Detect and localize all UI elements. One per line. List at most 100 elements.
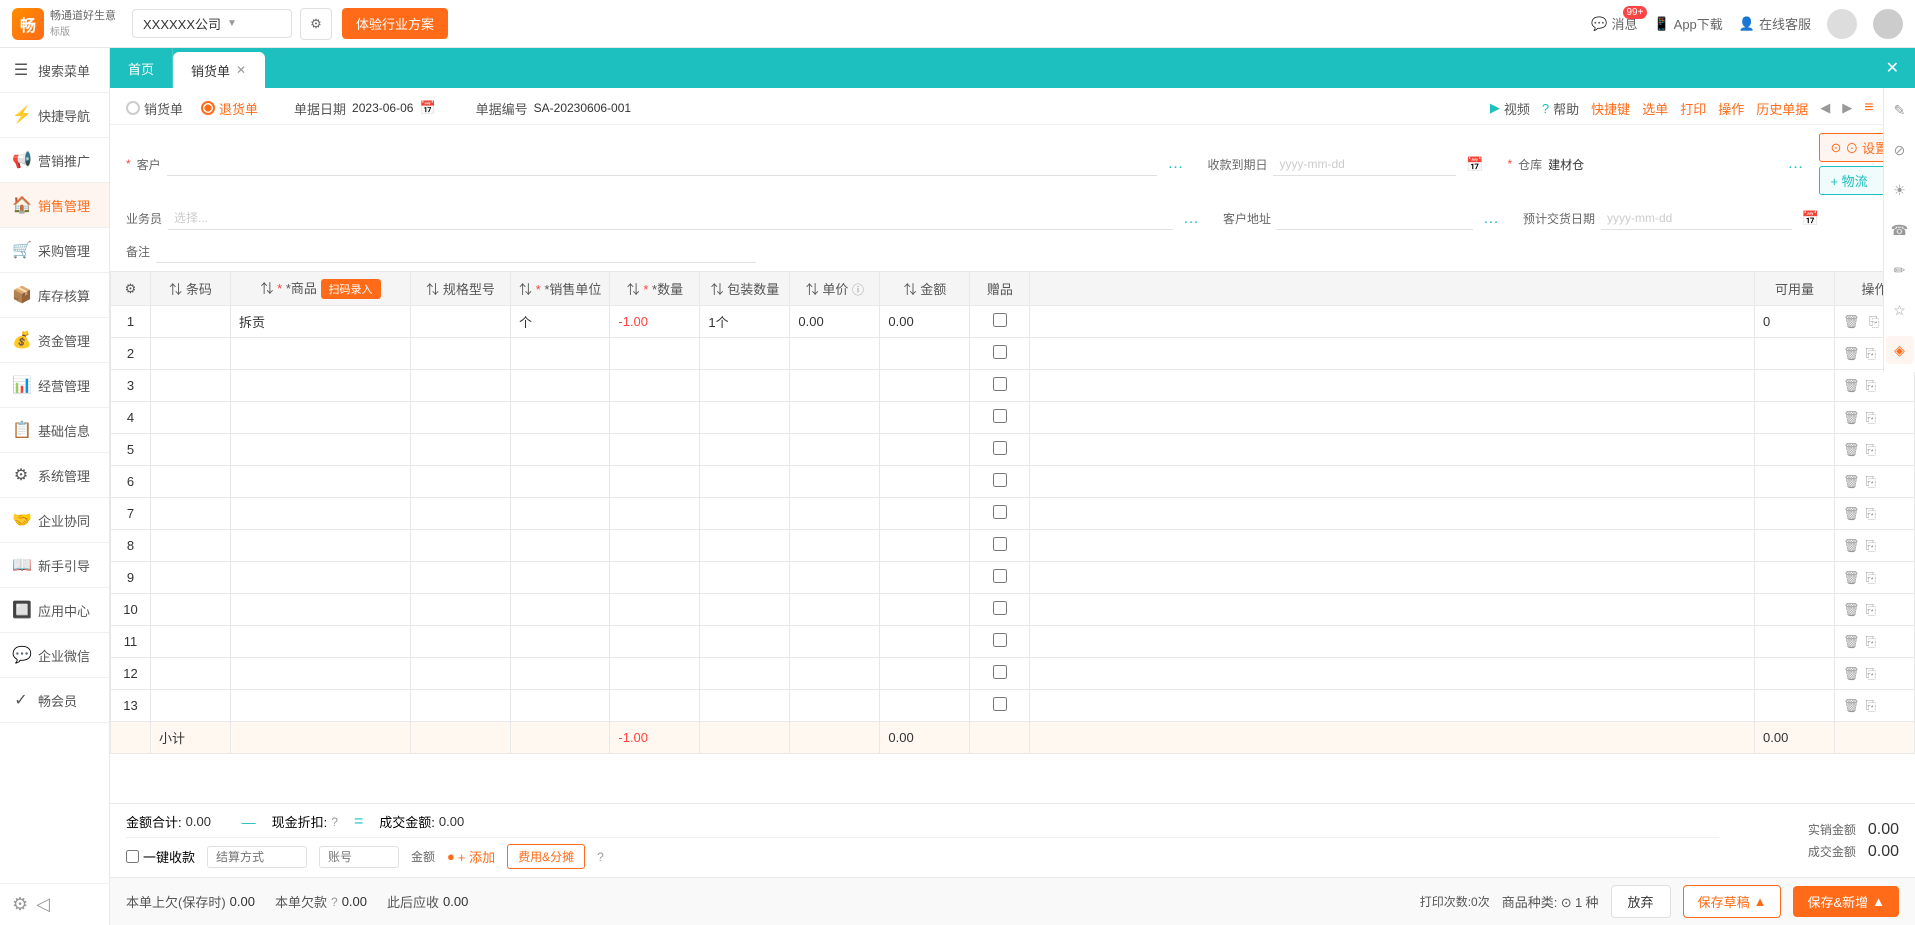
gift-checkbox-10[interactable] [993, 601, 1007, 615]
sidebar-item-sales[interactable]: 🏠 销售管理 [0, 183, 109, 228]
trial-button[interactable]: 体验行业方案 [342, 8, 448, 39]
delete-icon-11[interactable]: 🗑 [1843, 634, 1860, 649]
panel-icon-active[interactable]: ◈ [1886, 336, 1914, 364]
tab-sales-order[interactable]: 销货单 ✕ [173, 52, 265, 88]
avatar-2[interactable] [1873, 9, 1903, 39]
due-date-calendar-icon[interactable]: 📅 [1466, 156, 1483, 173]
delete-icon-12[interactable]: 🗑 [1843, 666, 1860, 681]
gift-checkbox-2[interactable] [993, 345, 1007, 359]
save-new-button[interactable]: 保存&新增 ▲ [1793, 886, 1899, 917]
sidebar-item-member[interactable]: ✓ 畅会员 [0, 678, 109, 723]
customer-ellipsis-icon[interactable]: … [1167, 155, 1183, 173]
message-item[interactable]: 💬 消息 99+ [1591, 14, 1637, 33]
online-service-item[interactable]: 👤 在线客服 [1739, 14, 1811, 33]
date-calendar-icon[interactable]: 📅 [419, 100, 435, 116]
owe-help-icon[interactable]: ? [331, 895, 338, 909]
copy-icon-4[interactable]: ⎘ [1866, 410, 1876, 425]
radio-sales[interactable]: 销货单 [126, 99, 183, 118]
sidebar-item-marketing[interactable]: 📢 营销推广 [0, 138, 109, 183]
delete-icon-1[interactable]: 🗑 [1843, 314, 1860, 329]
th-unit-price[interactable]: ⇅ 单价 ⓘ [790, 272, 880, 306]
avatar[interactable] [1827, 9, 1857, 39]
delete-icon-10[interactable]: 🗑 [1843, 602, 1860, 617]
customer-input[interactable] [167, 153, 1158, 176]
gift-checkbox-6[interactable] [993, 473, 1007, 487]
delete-icon-2[interactable]: 🗑 [1843, 346, 1860, 361]
payment-method-input[interactable] [207, 846, 307, 868]
gift-checkbox-13[interactable] [993, 697, 1007, 711]
video-btn[interactable]: ▶ 视频 [1490, 99, 1530, 118]
gift-checkbox-4[interactable] [993, 409, 1007, 423]
copy-icon-7[interactable]: ⎘ [1866, 506, 1876, 521]
row-qty-1[interactable]: -1.00 [610, 306, 700, 338]
panel-icon-star[interactable]: ☆ [1886, 296, 1914, 324]
sidebar-item-beginner[interactable]: 📖 新手引导 [0, 543, 109, 588]
radio-return[interactable]: 退货单 [201, 99, 258, 118]
row-barcode-1[interactable] [151, 306, 231, 338]
gift-checkbox-12[interactable] [993, 665, 1007, 679]
operations-btn[interactable]: 操作 [1718, 99, 1744, 118]
row-gift-1[interactable] [970, 306, 1030, 338]
close-all-icon[interactable]: ✕ [1886, 58, 1899, 78]
copy-icon-1[interactable]: ⎘ [1869, 314, 1879, 329]
customer-address-input[interactable] [1277, 207, 1473, 230]
copy-icon-8[interactable]: ⎘ [1866, 538, 1876, 553]
discount-help-icon[interactable]: ? [331, 815, 338, 829]
fee-split-button[interactable]: 费用&分摊 [507, 844, 585, 869]
th-package-qty[interactable]: ⇅ 包装数量 [700, 272, 790, 306]
product-type-checkbox-icon[interactable]: ⊙ [1561, 895, 1572, 910]
delete-icon-13[interactable]: 🗑 [1843, 698, 1860, 713]
settings-bottom-icon[interactable]: ⚙ [12, 894, 28, 915]
th-available[interactable]: 可用量 [1755, 272, 1835, 306]
price-help-icon[interactable]: ⓘ [852, 283, 864, 297]
copy-icon-10[interactable]: ⎘ [1866, 602, 1876, 617]
delete-icon-4[interactable]: 🗑 [1843, 410, 1860, 425]
sidebar-item-app-center[interactable]: 🔲 应用中心 [0, 588, 109, 633]
one-click-payment[interactable]: 一键收款 [126, 847, 195, 866]
gift-checkbox-5[interactable] [993, 441, 1007, 455]
history-btn[interactable]: 历史单据 [1756, 99, 1808, 118]
delete-icon-5[interactable]: 🗑 [1843, 442, 1860, 457]
sidebar-item-inventory[interactable]: 📦 库存核算 [0, 273, 109, 318]
warehouse-ellipsis-icon[interactable]: … [1787, 155, 1803, 173]
app-download-item[interactable]: 📱 App下载 [1653, 14, 1722, 33]
row-product-1[interactable]: 拆贡 [231, 306, 411, 338]
scan-barcode-button[interactable]: 扫码录入 [321, 279, 381, 299]
nav-prev-icon[interactable]: ◀ [1820, 100, 1830, 116]
sidebar-item-enterprise[interactable]: 🤝 企业协同 [0, 498, 109, 543]
sidebar-item-system[interactable]: ⚙ 系统管理 [0, 453, 109, 498]
th-barcode[interactable]: ⇅ 条码 [151, 272, 231, 306]
sidebar-item-search[interactable]: ☰ 搜索菜单 [0, 48, 109, 93]
one-click-checkbox[interactable] [126, 850, 139, 863]
gift-checkbox-3[interactable] [993, 377, 1007, 391]
tab-close-icon[interactable]: ✕ [236, 63, 246, 77]
th-settings[interactable]: ⚙ [111, 272, 151, 306]
th-sales-unit[interactable]: ⇅ * *销售单位 [511, 272, 610, 306]
row-spec-1[interactable] [411, 306, 511, 338]
delivery-calendar-icon[interactable]: 📅 [1802, 210, 1819, 227]
delivery-date-input[interactable] [1601, 207, 1792, 230]
gift-checkbox-1[interactable] [993, 313, 1007, 327]
tab-home[interactable]: 首页 [110, 48, 173, 88]
copy-icon-5[interactable]: ⎘ [1866, 442, 1876, 457]
panel-icon-phone[interactable]: ☎ [1886, 216, 1914, 244]
fee-help-icon[interactable]: ? [597, 850, 604, 864]
save-draft-button[interactable]: 保存草稿 ▲ [1683, 885, 1782, 918]
sidebar-item-purchase[interactable]: 🛒 采购管理 [0, 228, 109, 273]
collapse-icon[interactable]: ◁ [36, 894, 50, 915]
copy-icon-2[interactable]: ⎘ [1866, 346, 1876, 361]
payment-account-input[interactable] [319, 846, 399, 868]
gift-checkbox-7[interactable] [993, 505, 1007, 519]
panel-icon-block[interactable]: ⊘ [1886, 136, 1914, 164]
copy-icon-11[interactable]: ⎘ [1866, 634, 1876, 649]
delete-icon-9[interactable]: 🗑 [1843, 570, 1860, 585]
copy-icon-9[interactable]: ⎘ [1866, 570, 1876, 585]
delete-icon-8[interactable]: 🗑 [1843, 538, 1860, 553]
list-view-icon[interactable]: ≡ [1864, 99, 1873, 117]
salesperson-input[interactable] [168, 207, 1173, 230]
row-price-1[interactable]: 0.00 [790, 306, 880, 338]
sidebar-item-finance[interactable]: 💰 资金管理 [0, 318, 109, 363]
row-unit-1[interactable]: 个 [511, 306, 610, 338]
salesperson-ellipsis-icon[interactable]: … [1183, 210, 1199, 228]
select-btn[interactable]: 选单 [1642, 99, 1668, 118]
